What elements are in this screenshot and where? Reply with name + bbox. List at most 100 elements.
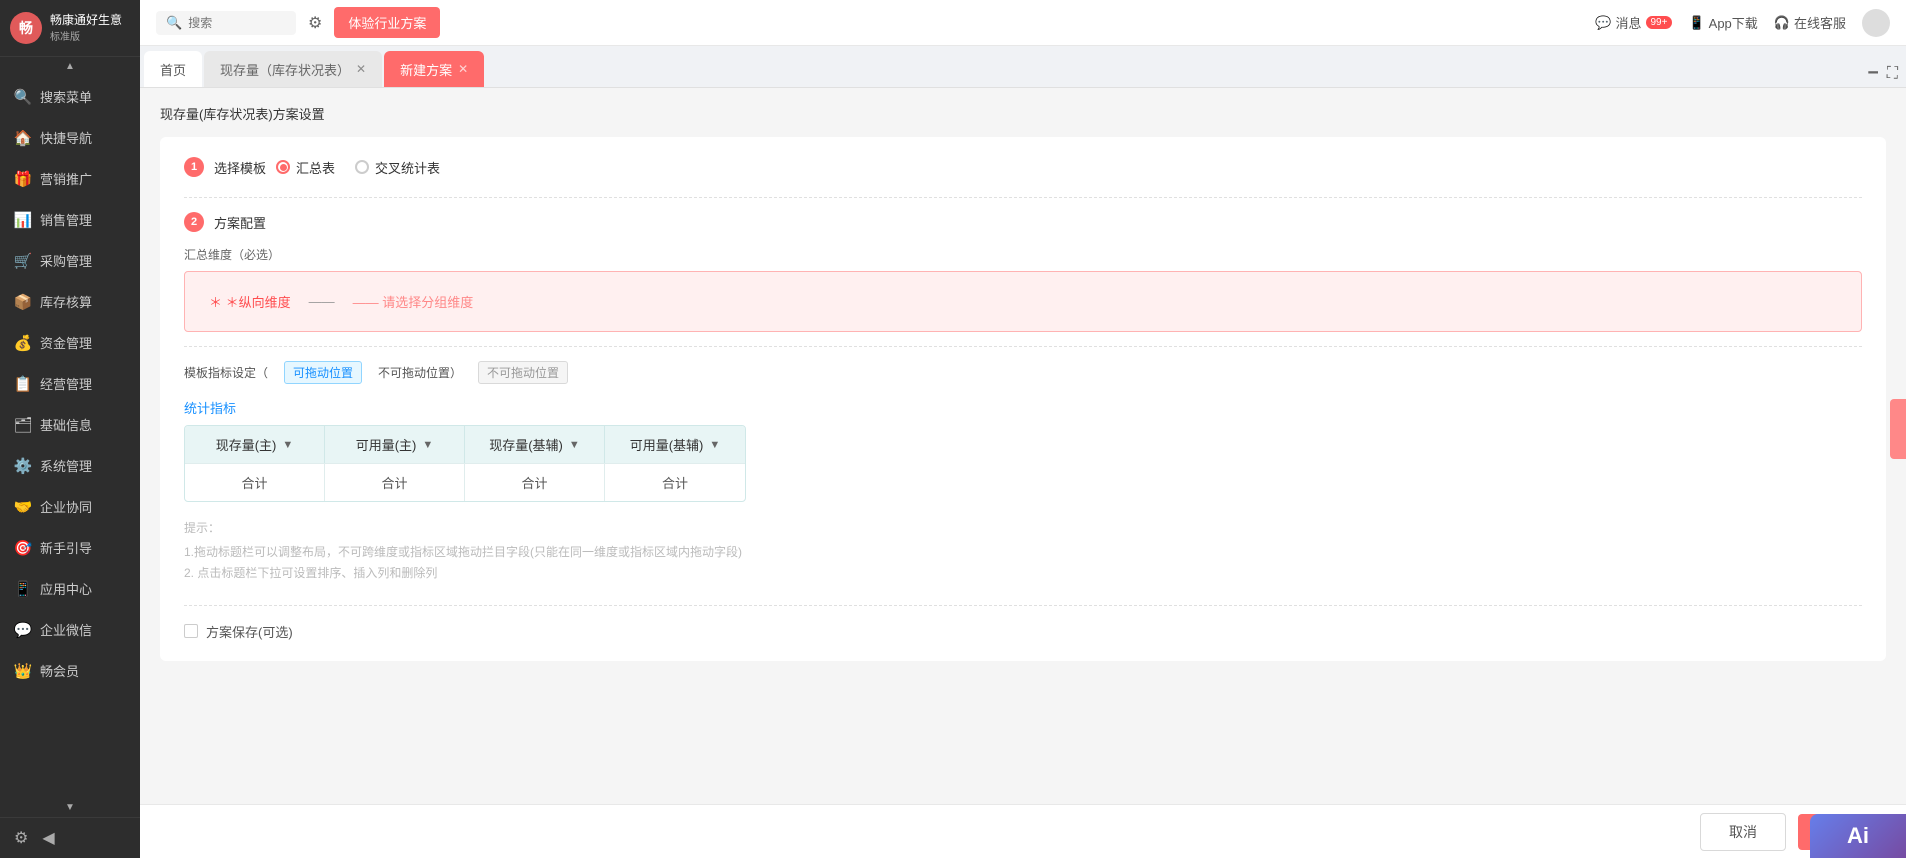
collapse-icon[interactable]: ◀ xyxy=(42,828,54,848)
sidebar-label-search: 搜索菜单 xyxy=(40,87,92,106)
cancel-button[interactable]: 取消 xyxy=(1700,813,1786,851)
sidebar-item-sales[interactable]: 📊 销售管理 xyxy=(0,199,140,240)
sidebar-item-finance[interactable]: 💰 资金管理 xyxy=(0,322,140,363)
sidebar-scroll-up[interactable]: ▲ xyxy=(0,57,140,76)
logo-text: 畅康通好生意 标准版 xyxy=(50,13,122,44)
basic-icon: 🗂 xyxy=(14,416,32,434)
tab-new-scheme-close[interactable]: ✕ xyxy=(458,62,468,76)
step1-label: 选择模板 xyxy=(214,158,266,177)
sidebar-label-system: 系统管理 xyxy=(40,456,92,475)
tab-home[interactable]: 首页 xyxy=(144,51,202,87)
sidebar-label-operations: 经营管理 xyxy=(40,374,92,393)
system-icon: ⚙️ xyxy=(14,457,32,475)
sidebar-label-appstore: 应用中心 xyxy=(40,579,92,598)
sidebar-item-basic[interactable]: 🗂 基础信息 xyxy=(0,404,140,445)
divider3 xyxy=(184,605,1862,606)
sidebar-nav: 🔍 搜索菜单 🏠 快捷导航 🎁 营销推广 📊 销售管理 🛒 采购管理 📦 库存核… xyxy=(0,76,140,798)
sidebar-label-basic: 基础信息 xyxy=(40,415,92,434)
sidebar-label-finance: 资金管理 xyxy=(40,333,92,352)
stats-table: 现存量(主)▼可用量(主)▼现存量(基辅)▼可用量(基辅)▼ 合计合计合计合计 xyxy=(184,425,746,502)
action-bar: 取消 查询 xyxy=(140,804,1906,858)
content-area: 现存量(库存状况表)方案设置 1 选择模板 汇总表 xyxy=(140,88,1906,804)
radio-summary[interactable]: 汇总表 xyxy=(276,158,335,177)
purchase-icon: 🛒 xyxy=(14,252,32,270)
sidebar-item-purchase[interactable]: 🛒 采购管理 xyxy=(0,240,140,281)
main-area: 🔍 ⚙ 体验行业方案 💬 消息 99+ 📱 App下载 🎧 在线客服 xyxy=(140,0,1906,858)
fixed-label: 不可拖动位置） xyxy=(378,364,462,381)
step2-badge: 2 xyxy=(184,212,204,232)
col-dropdown-1[interactable]: ▼ xyxy=(422,439,433,451)
col-dropdown-3[interactable]: ▼ xyxy=(709,439,720,451)
app-download-button[interactable]: 📱 App下载 xyxy=(1688,13,1757,32)
col-dropdown-2[interactable]: ▼ xyxy=(569,439,580,451)
col-label-3: 可用量(基辅) xyxy=(630,435,704,454)
col-label-2: 现存量(基辅) xyxy=(489,435,563,454)
sidebar-item-shortcut[interactable]: 🏠 快捷导航 xyxy=(0,117,140,158)
stats-section: 统计指标 现存量(主)▼可用量(主)▼现存量(基辅)▼可用量(基辅)▼ 合计合计… xyxy=(184,398,1862,502)
tabbar: 首页 现存量（库存状况表） ✕ 新建方案 ✕ 🗕 ⛶ xyxy=(140,46,1906,88)
save-checkbox[interactable] xyxy=(184,624,198,638)
sidebar-logo: 畅 畅康通好生意 标准版 xyxy=(0,0,140,57)
sidebar-item-wechat[interactable]: 💬 企业微信 xyxy=(0,609,140,650)
tab-inventory-close[interactable]: ✕ xyxy=(356,62,366,76)
app-icon: 📱 xyxy=(1688,15,1704,31)
sidebar-item-system[interactable]: ⚙️ 系统管理 xyxy=(0,445,140,486)
tab-new-scheme[interactable]: 新建方案 ✕ xyxy=(384,51,484,87)
settings-icon[interactable]: ⚙ xyxy=(14,828,28,848)
inventory-icon: 📦 xyxy=(14,293,32,311)
radio-cross-circle xyxy=(355,160,369,174)
customer-service-button[interactable]: 🎧 在线客服 xyxy=(1774,13,1846,32)
message-badge: 99+ xyxy=(1646,16,1673,29)
sidebar-label-enterprise: 企业协同 xyxy=(40,497,92,516)
col-dropdown-0[interactable]: ▼ xyxy=(282,439,293,451)
search-input[interactable] xyxy=(188,16,268,30)
industry-solution-button[interactable]: 体验行业方案 xyxy=(334,7,440,38)
tab-new-scheme-label: 新建方案 xyxy=(400,60,452,79)
sidebar-item-member[interactable]: 👑 畅会员 xyxy=(0,650,140,691)
sidebar-item-enterprise[interactable]: 🤝 企业协同 xyxy=(0,486,140,527)
ai-badge[interactable]: Ai xyxy=(1810,814,1906,858)
sidebar-item-operations[interactable]: 📋 经营管理 xyxy=(0,363,140,404)
user-avatar[interactable] xyxy=(1862,9,1890,37)
stats-col-2[interactable]: 现存量(基辅) ▼ xyxy=(465,426,605,463)
sidebar-item-appstore[interactable]: 📱 应用中心 xyxy=(0,568,140,609)
tab-minimize-icon[interactable]: 🗕 xyxy=(1867,60,1878,87)
sidebar-item-marketing[interactable]: 🎁 营销推广 xyxy=(0,158,140,199)
sidebar-item-inventory[interactable]: 📦 库存核算 xyxy=(0,281,140,322)
page-title: 现存量(库存状况表)方案设置 xyxy=(160,104,1886,123)
member-icon: 👑 xyxy=(14,662,32,680)
radio-cross[interactable]: 交叉统计表 xyxy=(355,158,440,177)
col-label-0: 现存量(主) xyxy=(216,435,277,454)
tab-expand-icon[interactable]: ⛶ xyxy=(1887,65,1898,83)
stats-cell-3: 合计 xyxy=(605,464,745,501)
stats-col-1[interactable]: 可用量(主)▼ xyxy=(325,426,465,463)
template-radio-group: 汇总表 交叉统计表 xyxy=(276,158,440,177)
topbar: 🔍 ⚙ 体验行业方案 💬 消息 99+ 📱 App下载 🎧 在线客服 xyxy=(140,0,1906,46)
tab-inventory-status[interactable]: 现存量（库存状况表） ✕ xyxy=(204,51,382,87)
sidebar-item-newbie[interactable]: 🎯 新手引导 xyxy=(0,527,140,568)
step2-label: 方案配置 xyxy=(214,213,266,232)
dimension-placeholder[interactable]: —— 请选择分组维度 xyxy=(353,292,474,311)
step1-header: 1 选择模板 汇总表 交叉统计表 xyxy=(184,157,1862,177)
operations-icon: 📋 xyxy=(14,375,32,393)
search-box[interactable]: 🔍 xyxy=(156,11,296,35)
right-edge-tab[interactable] xyxy=(1890,399,1906,459)
stats-col-0[interactable]: 现存量(主) ▼ xyxy=(185,426,325,463)
stats-title: 统计指标 xyxy=(184,398,1862,417)
stats-cell-2: 合计 xyxy=(465,464,605,501)
sidebar-bottom: ⚙ ◀ xyxy=(0,817,140,858)
messages-button[interactable]: 💬 消息 99+ xyxy=(1595,13,1672,32)
sidebar: 畅 畅康通好生意 标准版 ▲ 🔍 搜索菜单 🏠 快捷导航 🎁 营销推广 📊 销售… xyxy=(0,0,140,858)
stats-table-row: 合计合计合计合计 xyxy=(185,463,745,501)
scheme-card: 1 选择模板 汇总表 交叉统计表 xyxy=(160,137,1886,661)
sidebar-label-member: 畅会员 xyxy=(40,661,79,680)
sidebar-item-search[interactable]: 🔍 搜索菜单 xyxy=(0,76,140,117)
sidebar-scroll-down[interactable]: ▼ xyxy=(0,798,140,817)
sidebar-label-inventory: 库存核算 xyxy=(40,292,92,311)
indicator-label: 模板指标设定（ xyxy=(184,364,268,381)
vertical-label: ＊ ＊纵向维度 xyxy=(209,292,291,311)
stats-col-3[interactable]: 可用量(基辅) ▼ xyxy=(605,426,745,463)
divider1 xyxy=(184,197,1862,198)
step2-header: 2 方案配置 xyxy=(184,212,1862,232)
settings-gear-icon[interactable]: ⚙ xyxy=(308,13,322,33)
